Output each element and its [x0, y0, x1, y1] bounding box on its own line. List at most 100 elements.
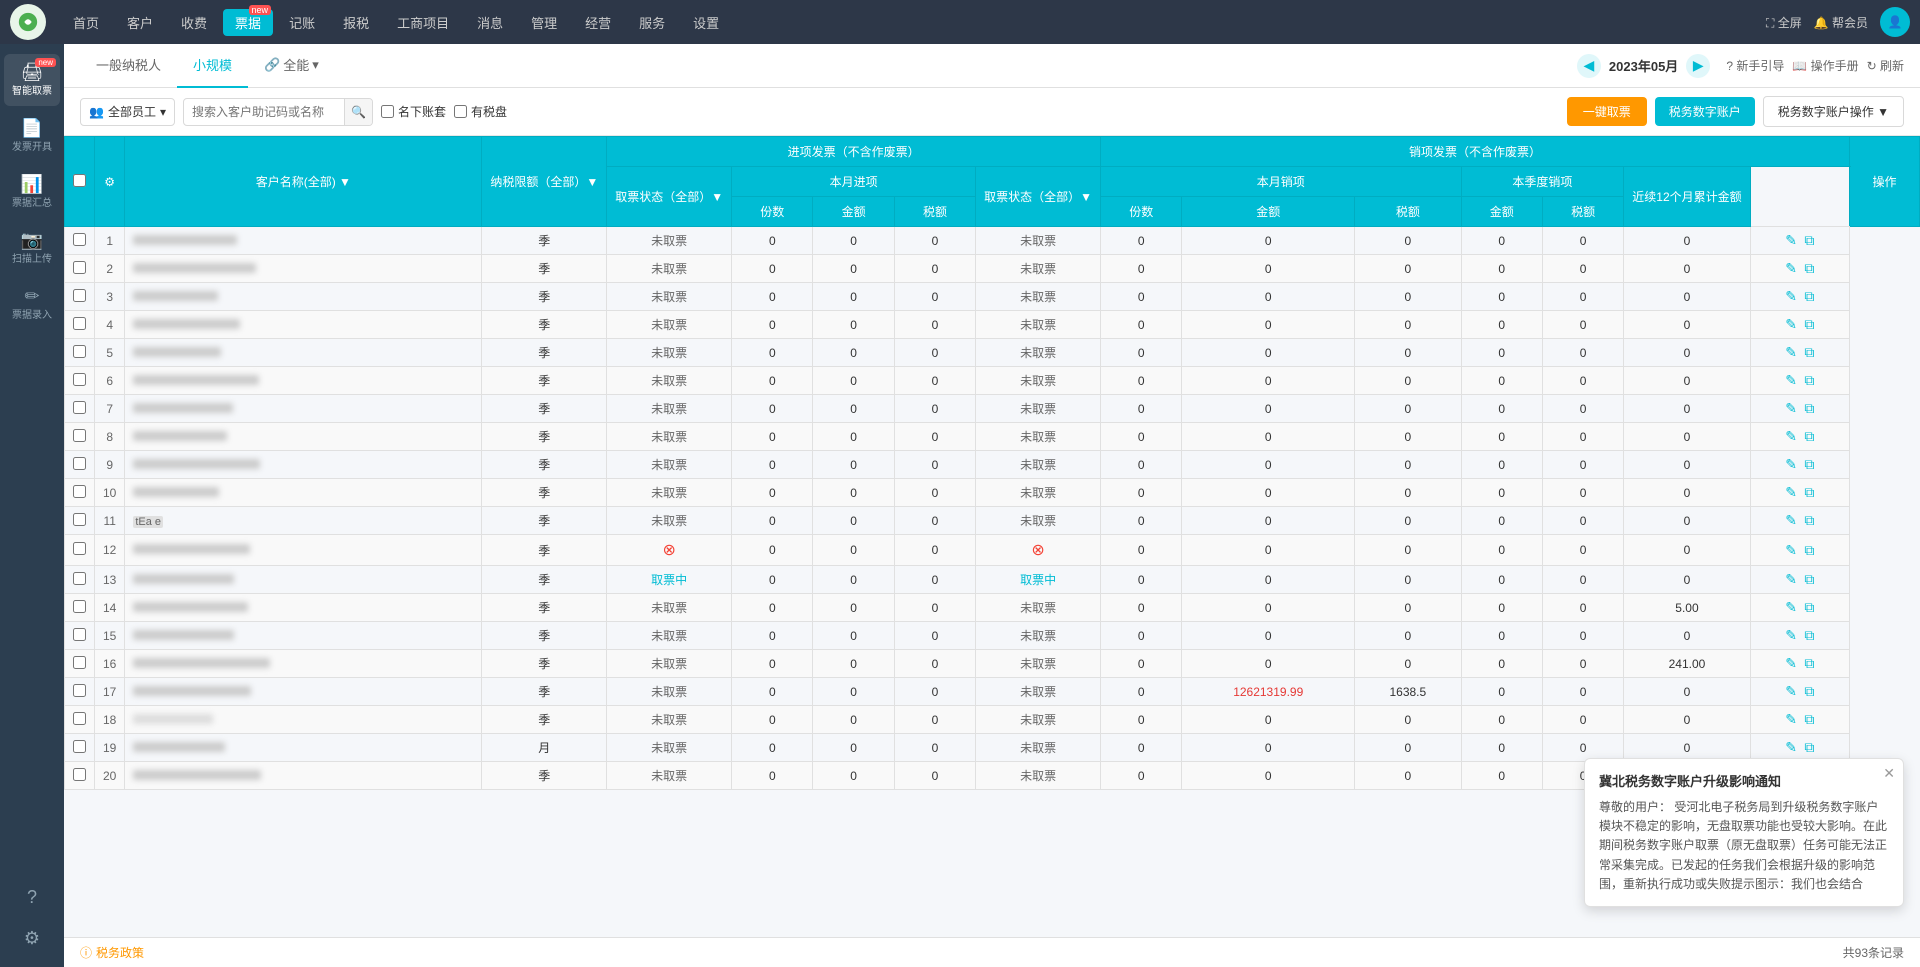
select-all-checkbox[interactable] — [73, 174, 86, 187]
new-guide-btn[interactable]: ? 新手引导 — [1726, 57, 1784, 74]
search-button[interactable]: 🔍 — [344, 98, 372, 126]
row-select-checkbox[interactable] — [73, 656, 86, 669]
copy-btn[interactable]: ⧉ — [1802, 655, 1816, 672]
tax-policy-link[interactable]: ⓘ 税务政策 — [80, 944, 144, 961]
sidebar-item-invoice-open[interactable]: 📄 发票开具 — [4, 110, 60, 162]
th-input-fetch-status[interactable]: 取票状态（全部）▼ — [607, 167, 732, 227]
edit-btn[interactable]: ✎ — [1783, 316, 1799, 333]
nav-tax[interactable]: 报税 — [331, 9, 381, 36]
sidebar-item-scan[interactable]: 📷 扫描上传 — [4, 222, 60, 274]
row-select-checkbox[interactable] — [73, 373, 86, 386]
edit-btn[interactable]: ✎ — [1783, 512, 1799, 529]
copy-btn[interactable]: ⧉ — [1802, 512, 1816, 529]
edit-btn[interactable]: ✎ — [1783, 344, 1799, 361]
edit-btn[interactable]: ✎ — [1783, 683, 1799, 700]
row-select-checkbox[interactable] — [73, 401, 86, 414]
period-prev[interactable]: ◀ — [1577, 54, 1601, 78]
sidebar-item-smart-fetch[interactable]: 🖨 智能取票 new — [4, 54, 60, 106]
sidebar-item-settings-bottom[interactable]: ⚙ — [4, 920, 60, 957]
fullscreen-btn[interactable]: ⛶ 全屏 — [1766, 14, 1802, 31]
copy-btn[interactable]: ⧉ — [1802, 316, 1816, 333]
nav-invoice[interactable]: 票据 new — [223, 9, 273, 36]
row-select-checkbox[interactable] — [73, 768, 86, 781]
copy-btn[interactable]: ⧉ — [1802, 428, 1816, 445]
copy-btn[interactable]: ⧉ — [1802, 542, 1816, 559]
copy-btn[interactable]: ⧉ — [1802, 484, 1816, 501]
copy-btn[interactable]: ⧉ — [1802, 344, 1816, 361]
help-member-btn[interactable]: 🔔 帮会员 — [1814, 14, 1868, 31]
copy-btn[interactable]: ⧉ — [1802, 599, 1816, 616]
sidebar-item-help[interactable]: ? — [4, 879, 60, 916]
refresh-btn[interactable]: ↻ 刷新 — [1867, 57, 1904, 74]
row-select-checkbox[interactable] — [73, 485, 86, 498]
edit-btn[interactable]: ✎ — [1783, 739, 1799, 756]
search-input[interactable] — [184, 105, 344, 119]
nav-service[interactable]: 服务 — [627, 9, 677, 36]
nav-business[interactable]: 工商项目 — [385, 9, 461, 36]
row-select-checkbox[interactable] — [73, 345, 86, 358]
copy-btn[interactable]: ⧉ — [1802, 232, 1816, 249]
my-account-checkbox[interactable]: 名下账套 — [381, 103, 446, 120]
tax-digital-account-btn[interactable]: 税务数字账户 — [1655, 97, 1755, 126]
edit-btn[interactable]: ✎ — [1783, 571, 1799, 588]
has-taxpad-checkbox[interactable]: 有税盘 — [454, 103, 507, 120]
copy-btn[interactable]: ⧉ — [1802, 372, 1816, 389]
row-select-checkbox[interactable] — [73, 289, 86, 302]
sidebar-item-entry[interactable]: ✏ 票据录入 — [4, 278, 60, 330]
th-client-name[interactable]: 客户名称(全部) ▼ — [125, 137, 482, 227]
tab-all[interactable]: 🔗 全能 ▾ — [248, 44, 335, 88]
row-select-checkbox[interactable] — [73, 233, 86, 246]
edit-btn[interactable]: ✎ — [1783, 428, 1799, 445]
th-tax-quota[interactable]: 纳税限额（全部）▼ — [482, 137, 607, 227]
row-select-checkbox[interactable] — [73, 513, 86, 526]
copy-btn[interactable]: ⧉ — [1802, 683, 1816, 700]
copy-btn[interactable]: ⧉ — [1802, 739, 1816, 756]
copy-btn[interactable]: ⧉ — [1802, 571, 1816, 588]
copy-btn[interactable]: ⧉ — [1802, 400, 1816, 417]
tax-digital-account-ops-btn[interactable]: 税务数字账户操作 ▼ — [1763, 96, 1904, 127]
edit-btn[interactable]: ✎ — [1783, 599, 1799, 616]
row-select-checkbox[interactable] — [73, 600, 86, 613]
nav-customer[interactable]: 客户 — [115, 9, 165, 36]
sidebar-item-summary[interactable]: 📊 票据汇总 — [4, 166, 60, 218]
nav-charge[interactable]: 收费 — [169, 9, 219, 36]
edit-btn[interactable]: ✎ — [1783, 400, 1799, 417]
tab-general[interactable]: 一般纳税人 — [80, 44, 177, 88]
copy-btn[interactable]: ⧉ — [1802, 711, 1816, 728]
edit-btn[interactable]: ✎ — [1783, 372, 1799, 389]
edit-btn[interactable]: ✎ — [1783, 627, 1799, 644]
nav-settings[interactable]: 设置 — [681, 9, 731, 36]
employee-select[interactable]: 👥 全部员工 ▾ — [80, 98, 175, 126]
copy-btn[interactable]: ⧉ — [1802, 288, 1816, 305]
tab-small-scale[interactable]: 小规模 — [177, 44, 248, 88]
row-select-checkbox[interactable] — [73, 740, 86, 753]
row-select-checkbox[interactable] — [73, 712, 86, 725]
user-avatar[interactable]: 👤 — [1880, 7, 1910, 37]
copy-btn[interactable]: ⧉ — [1802, 627, 1816, 644]
edit-btn[interactable]: ✎ — [1783, 260, 1799, 277]
row-select-checkbox[interactable] — [73, 261, 86, 274]
notification-close[interactable]: ✕ — [1883, 765, 1895, 782]
one-click-fetch-btn[interactable]: 一键取票 — [1567, 97, 1647, 126]
edit-btn[interactable]: ✎ — [1783, 456, 1799, 473]
row-select-checkbox[interactable] — [73, 429, 86, 442]
edit-btn[interactable]: ✎ — [1783, 711, 1799, 728]
row-select-checkbox[interactable] — [73, 684, 86, 697]
nav-operation[interactable]: 经营 — [573, 9, 623, 36]
edit-btn[interactable]: ✎ — [1783, 542, 1799, 559]
nav-message[interactable]: 消息 — [465, 9, 515, 36]
edit-btn[interactable]: ✎ — [1783, 288, 1799, 305]
edit-btn[interactable]: ✎ — [1783, 484, 1799, 501]
row-select-checkbox[interactable] — [73, 572, 86, 585]
copy-btn[interactable]: ⧉ — [1802, 260, 1816, 277]
manual-btn[interactable]: 📖 操作手册 — [1792, 57, 1858, 74]
period-next[interactable]: ▶ — [1686, 54, 1710, 78]
row-select-checkbox[interactable] — [73, 628, 86, 641]
row-select-checkbox[interactable] — [73, 542, 86, 555]
nav-accounting[interactable]: 记账 — [277, 9, 327, 36]
nav-home[interactable]: 首页 — [61, 9, 111, 36]
nav-manage[interactable]: 管理 — [519, 9, 569, 36]
edit-btn[interactable]: ✎ — [1783, 232, 1799, 249]
row-select-checkbox[interactable] — [73, 317, 86, 330]
th-output-fetch-status[interactable]: 取票状态（全部）▼ — [976, 167, 1101, 227]
